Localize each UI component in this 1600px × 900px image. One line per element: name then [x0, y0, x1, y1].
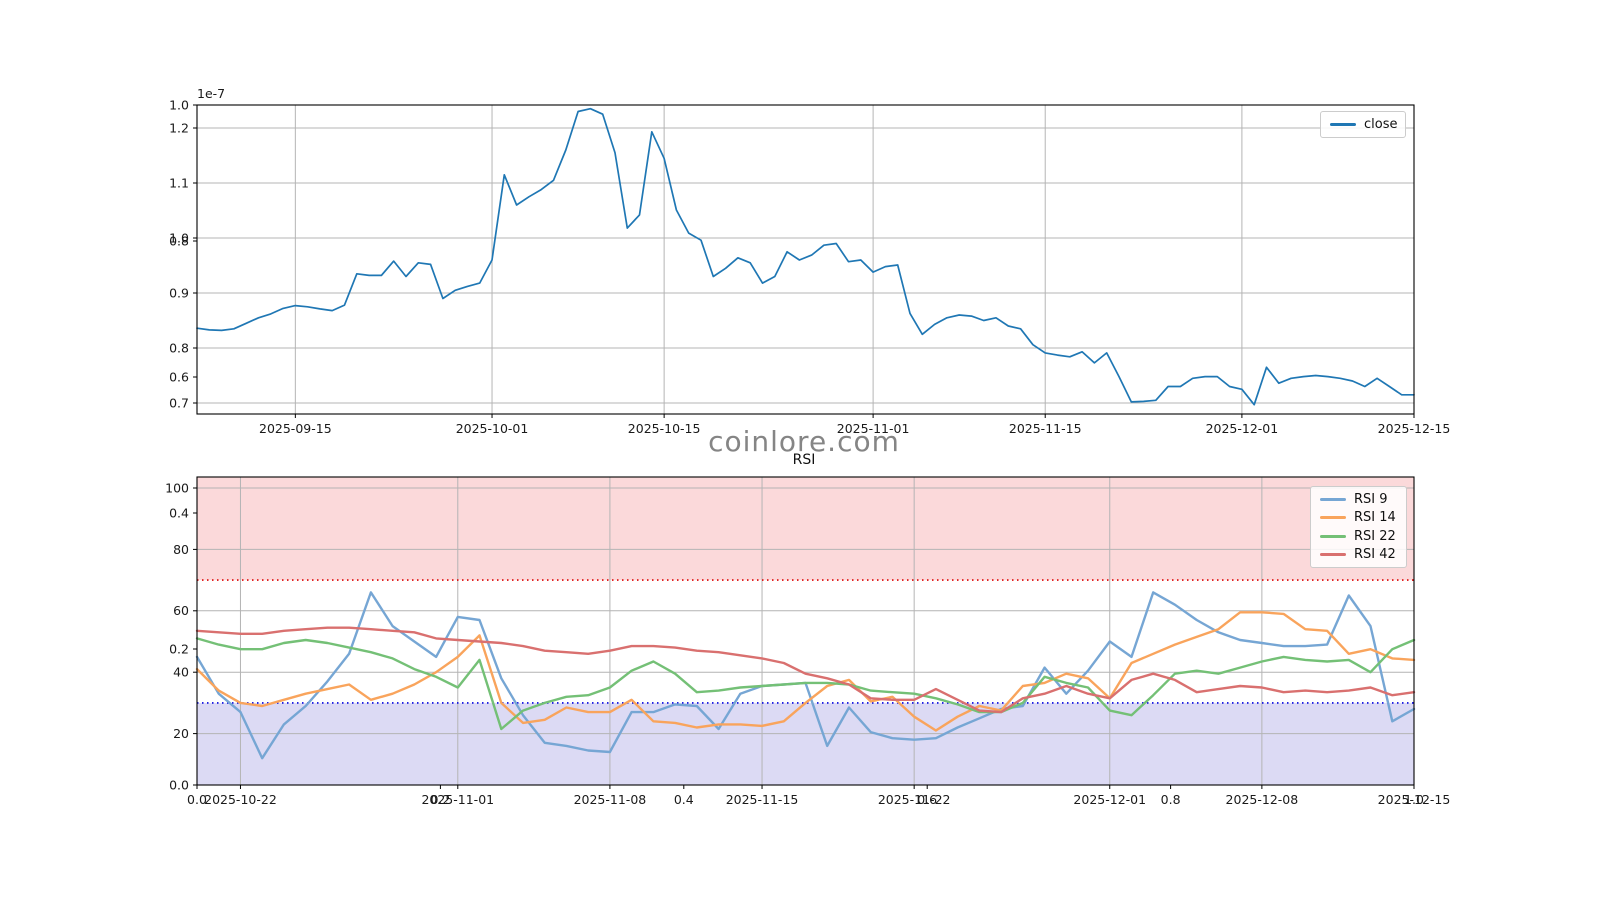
- overlay-ytick-label: 0.0: [169, 777, 189, 792]
- legend-item-close: close: [1330, 115, 1398, 134]
- overlay-xtick-label: 1.0: [1404, 792, 1424, 807]
- rsi14-line-swatch: [1320, 516, 1346, 520]
- legend-item-rsi14: RSI 14: [1320, 509, 1397, 528]
- rsi-ytick-label: 80: [173, 542, 189, 557]
- overlay-ytick-label: 0.6: [169, 369, 189, 384]
- legend-label-rsi14: RSI 14: [1354, 510, 1396, 526]
- overlay-xtick-label: 0.6: [917, 792, 937, 807]
- rsi-xtick-label: 2025-10-22: [204, 792, 277, 807]
- price-plot-frame: [196, 104, 1415, 415]
- legend-item-rsi22: RSI 22: [1320, 527, 1397, 546]
- overlay-xtick-label: 0.2: [430, 792, 450, 807]
- rsi-ytick-label: 100: [165, 480, 189, 495]
- overlay-ytick-label: 1.0: [169, 97, 189, 112]
- price-xtick-label: 2025-12-01: [1206, 421, 1279, 436]
- price-xtick-label: 2025-11-15: [1009, 421, 1082, 436]
- legend-item-rsi9: RSI 9: [1320, 490, 1397, 509]
- rsi-xtick-label: 2025-12-08: [1226, 792, 1299, 807]
- overlay-ytick-label: 0.8: [169, 233, 189, 248]
- legend-label-rsi9: RSI 9: [1354, 491, 1388, 507]
- rsi-ytick-label: 60: [173, 603, 189, 618]
- rsi-xtick-label: 2025-11-15: [726, 792, 799, 807]
- price-ytick-label: 1.2: [169, 120, 189, 135]
- overbought-band: [197, 477, 1414, 581]
- legend-label-rsi22: RSI 22: [1354, 528, 1396, 544]
- price-ytick-label: 0.8: [169, 340, 189, 355]
- price-xtick-label: 2025-12-15: [1378, 421, 1451, 436]
- rsi-panel-title: RSI: [792, 452, 816, 468]
- figure-canvas: 1.2 1.1 1.0 0.9 0.8 0.7 2025-09-15 2025-10-01 20…: [0, 0, 1600, 900]
- rsi-ytick-label: 40: [173, 665, 189, 680]
- overlay-ytick-label: 0.2: [169, 641, 189, 656]
- legend-label-close: close: [1364, 117, 1398, 132]
- rsi9-line-swatch: [1320, 497, 1346, 501]
- axis-offset-label: 1e-7: [197, 86, 225, 101]
- oversold-band: [197, 702, 1414, 785]
- price-xtick-label: 2025-10-01: [456, 421, 529, 436]
- overlay-xtick-label: 0.8: [1161, 792, 1181, 807]
- overlay-xtick-label: 0.4: [674, 792, 694, 807]
- rsi22-line-swatch: [1320, 534, 1346, 538]
- legend-label-rsi42: RSI 42: [1354, 547, 1396, 563]
- rsi-xtick-label: 2025-11-22: [878, 792, 951, 807]
- overlay-xtick-label: 0.0: [187, 792, 207, 807]
- rsi-ytick-label: 20: [173, 726, 189, 741]
- price-ytick-label: 0.7: [169, 395, 189, 410]
- price-ytick-label: 0.9: [169, 285, 189, 300]
- overlay-ytick-label: 0.4: [169, 505, 189, 520]
- rsi-legend: RSI 9 RSI 14 RSI 22 RSI 42: [1310, 486, 1407, 568]
- price-xtick-label: 2025-09-15: [259, 421, 332, 436]
- price-legend: close: [1320, 111, 1406, 138]
- rsi-xtick-label: 2025-11-08: [574, 792, 647, 807]
- legend-item-rsi42: RSI 42: [1320, 546, 1397, 565]
- close-price-line: [196, 107, 1415, 406]
- rsi42-line-swatch: [1320, 553, 1346, 557]
- price-ytick-label: 1.1: [169, 175, 189, 190]
- close-line-swatch: [1330, 123, 1356, 126]
- rsi-xtick-label: 2025-12-01: [1073, 792, 1146, 807]
